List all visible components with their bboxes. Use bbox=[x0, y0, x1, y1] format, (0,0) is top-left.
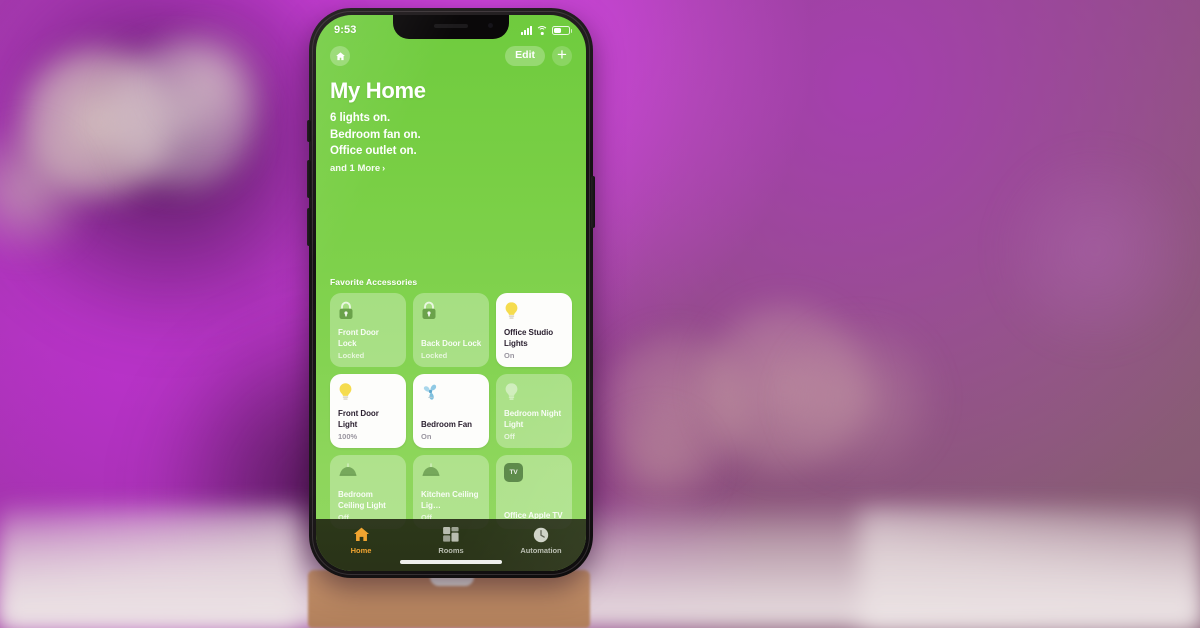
fan-icon bbox=[421, 382, 482, 404]
header-actions: Edit + bbox=[505, 46, 572, 66]
lock-icon bbox=[338, 301, 399, 323]
lock-icon bbox=[421, 301, 482, 323]
app-header: Edit + My Home 6 lights on. Bedroom fan … bbox=[316, 43, 586, 174]
section-heading: Favorite Accessories bbox=[330, 277, 418, 287]
add-accessory-button[interactable]: + bbox=[552, 46, 572, 66]
accessory-name: Bedroom Night Light bbox=[504, 409, 562, 429]
status-bar-indicators bbox=[521, 25, 572, 35]
tab-label: Rooms bbox=[438, 546, 464, 555]
accessory-tile-bedroom-ceiling-light[interactable]: Bedroom Ceiling Light Off bbox=[330, 455, 406, 529]
and-more-label: and 1 More bbox=[330, 162, 381, 174]
bokeh-circle bbox=[150, 20, 270, 140]
edit-button[interactable]: Edit bbox=[505, 46, 545, 66]
volume-up-button[interactable] bbox=[307, 160, 311, 198]
favorite-accessories-section: Favorite Accessories Front Door Lock Loc… bbox=[316, 277, 586, 529]
earpiece-speaker bbox=[434, 24, 468, 28]
front-camera bbox=[488, 23, 493, 28]
accessory-tile-front-door-lock[interactable]: Front Door Lock Locked bbox=[330, 293, 406, 367]
accessory-tile-kitchen-ceiling-light[interactable]: Kitchen Ceiling Lig… Off bbox=[413, 455, 489, 529]
tab-home[interactable]: Home bbox=[316, 525, 406, 555]
accessory-tile-office-apple-tv[interactable]: TV Office Apple TV bbox=[496, 455, 572, 529]
tile-text: Bedroom Night Light Off bbox=[504, 409, 565, 442]
tab-automation[interactable]: Automation bbox=[496, 525, 586, 555]
signal-icon bbox=[521, 25, 532, 35]
status-line: 6 lights on. bbox=[330, 112, 391, 124]
tab-rooms[interactable]: Rooms bbox=[406, 525, 496, 555]
accessory-name: Back Door Lock bbox=[421, 338, 482, 348]
accessory-state: On bbox=[504, 350, 515, 360]
house-icon bbox=[353, 525, 370, 544]
bulb-icon bbox=[504, 382, 565, 404]
tile-text: Office Studio Lights On bbox=[504, 328, 565, 361]
screenshot-scene: 9:53 Edit + My Home 6 lights on. Bedroom… bbox=[0, 0, 1200, 628]
tile-text: Front Door Lock Locked bbox=[338, 328, 399, 361]
accessory-tile-bedroom-night-light[interactable]: Bedroom Night Light Off bbox=[496, 374, 572, 448]
battery-icon bbox=[552, 25, 572, 35]
bokeh-circle bbox=[1000, 150, 1190, 350]
device-notch bbox=[393, 15, 509, 39]
ceiling-light-icon bbox=[338, 463, 399, 485]
accessory-name: Front Door Light bbox=[338, 409, 379, 429]
tab-label: Home bbox=[350, 546, 372, 555]
phone-screen: 9:53 Edit + My Home 6 lights on. Bedroom… bbox=[316, 15, 586, 571]
tile-text: Bedroom Fan On bbox=[421, 420, 482, 442]
page-title: My Home bbox=[330, 78, 426, 103]
rooms-icon bbox=[443, 525, 459, 544]
accessory-name: Front Door Lock bbox=[338, 328, 379, 348]
accessory-state: 100% bbox=[338, 431, 358, 441]
tile-text: Back Door Lock Locked bbox=[421, 339, 482, 361]
status-line: Office outlet on. bbox=[330, 145, 417, 158]
accessory-state: Off bbox=[504, 431, 515, 441]
tile-text: Front Door Light 100% bbox=[338, 409, 399, 442]
home-icon[interactable] bbox=[330, 46, 350, 66]
bulb-icon bbox=[338, 382, 399, 404]
power-button[interactable] bbox=[591, 176, 595, 228]
chevron-right-icon: › bbox=[382, 163, 386, 174]
bulb-icon bbox=[504, 301, 565, 323]
accessory-name: Office Studio Lights bbox=[504, 328, 554, 348]
accessory-state: Locked bbox=[421, 350, 448, 360]
volume-down-button[interactable] bbox=[307, 208, 311, 246]
home-indicator[interactable] bbox=[400, 560, 502, 564]
wifi-icon bbox=[536, 25, 548, 35]
iphone-device: 9:53 Edit + My Home 6 lights on. Bedroom… bbox=[307, 8, 595, 578]
ceiling-light-icon bbox=[421, 463, 482, 485]
mute-switch[interactable] bbox=[307, 120, 311, 142]
accessory-tile-front-door-light[interactable]: Front Door Light 100% bbox=[330, 374, 406, 448]
status-bar-time: 9:53 bbox=[334, 24, 357, 36]
apple-tv-icon: TV bbox=[504, 463, 565, 485]
accessory-name: Kitchen Ceiling Lig… bbox=[421, 490, 479, 510]
apple-tv-chip: TV bbox=[504, 463, 523, 482]
home-status-summary: 6 lights on. Bedroom fan on. Office outl… bbox=[330, 110, 572, 174]
accessory-name: Bedroom Fan bbox=[421, 419, 473, 429]
bokeh-circle bbox=[780, 318, 940, 480]
status-line: Bedroom fan on. bbox=[330, 128, 421, 141]
accessory-name: Bedroom Ceiling Light bbox=[338, 490, 386, 510]
accessory-state: Locked bbox=[338, 350, 365, 360]
accessories-grid: Front Door Lock Locked Back Door Lock Lo… bbox=[330, 293, 572, 529]
accessory-state: On bbox=[421, 431, 432, 441]
clock-icon bbox=[533, 525, 549, 544]
accessory-tile-office-studio-lights[interactable]: Office Studio Lights On bbox=[496, 293, 572, 367]
table-surface bbox=[0, 498, 1200, 628]
and-more-link[interactable]: and 1 More › bbox=[330, 163, 572, 174]
tab-label: Automation bbox=[520, 546, 562, 555]
header-row: Edit + bbox=[330, 43, 572, 69]
accessory-tile-bedroom-fan[interactable]: Bedroom Fan On bbox=[413, 374, 489, 448]
accessory-tile-back-door-lock[interactable]: Back Door Lock Locked bbox=[413, 293, 489, 367]
